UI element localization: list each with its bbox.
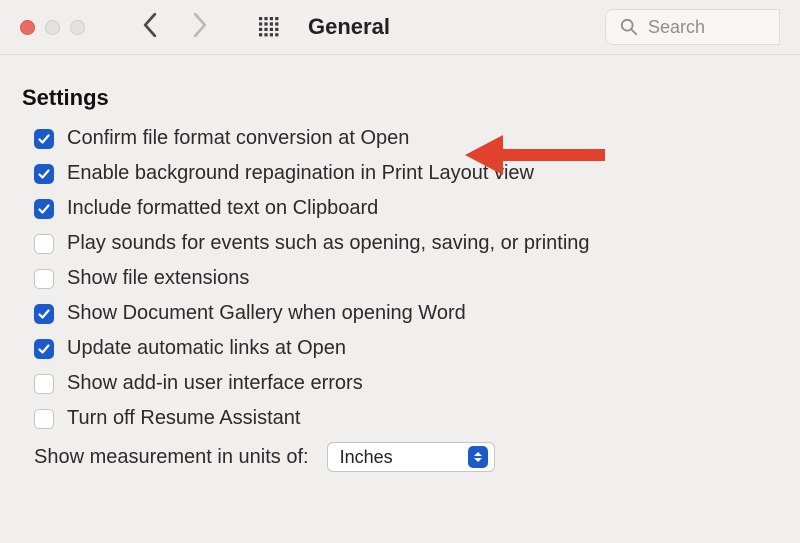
check-icon [37, 307, 51, 321]
checkbox[interactable] [34, 269, 54, 289]
search-input[interactable] [648, 17, 765, 38]
setting-row: Show add-in user interface errors [34, 372, 778, 395]
chevron-right-icon [190, 13, 210, 37]
check-icon [37, 202, 51, 216]
chevron-left-icon [140, 13, 160, 37]
window-controls [20, 20, 85, 35]
close-window-button[interactable] [20, 20, 35, 35]
setting-row: Play sounds for events such as opening, … [34, 232, 778, 255]
checkbox[interactable] [34, 129, 54, 149]
checkbox[interactable] [34, 374, 54, 394]
setting-label: Show Document Gallery when opening Word [67, 302, 466, 325]
checkbox[interactable] [34, 304, 54, 324]
search-icon [620, 18, 638, 36]
check-icon [37, 167, 51, 181]
zoom-window-button[interactable] [70, 20, 85, 35]
checkbox[interactable] [34, 199, 54, 219]
page-title: General [308, 14, 390, 40]
setting-row: Show file extensions [34, 267, 778, 290]
setting-row: Update automatic links at Open [34, 337, 778, 360]
measurement-select[interactable]: Inches [327, 442, 495, 472]
select-stepper-icon [468, 446, 488, 468]
toolbar: General [0, 0, 800, 55]
measurement-label: Show measurement in units of: [34, 446, 309, 469]
settings-list: Confirm file format conversion at Open En… [22, 127, 778, 430]
forward-button[interactable] [190, 13, 210, 42]
check-icon [37, 132, 51, 146]
back-button[interactable] [140, 13, 160, 42]
measurement-value: Inches [340, 447, 468, 468]
setting-label: Update automatic links at Open [67, 337, 346, 360]
checkbox[interactable] [34, 234, 54, 254]
setting-row: Show Document Gallery when opening Word [34, 302, 778, 325]
setting-row: Include formatted text on Clipboard [34, 197, 778, 220]
measurement-row: Show measurement in units of: Inches [34, 442, 778, 472]
setting-row: Turn off Resume Assistant [34, 407, 778, 430]
setting-label: Show add-in user interface errors [67, 372, 363, 395]
checkbox[interactable] [34, 164, 54, 184]
setting-label: Play sounds for events such as opening, … [67, 232, 590, 255]
checkbox[interactable] [34, 409, 54, 429]
content: Settings Confirm file format conversion … [0, 55, 800, 472]
setting-label: Show file extensions [67, 267, 249, 290]
setting-label: Confirm file format conversion at Open [67, 127, 409, 150]
section-heading: Settings [22, 85, 778, 111]
checkbox[interactable] [34, 339, 54, 359]
nav-arrows [140, 13, 210, 42]
check-icon [37, 342, 51, 356]
setting-label: Turn off Resume Assistant [67, 407, 300, 430]
setting-row: Enable background repagination in Print … [34, 162, 778, 185]
setting-row: Confirm file format conversion at Open [34, 127, 778, 150]
grid-icon [258, 16, 280, 38]
minimize-window-button[interactable] [45, 20, 60, 35]
show-all-button[interactable] [258, 16, 280, 38]
setting-label: Enable background repagination in Print … [67, 162, 534, 185]
search-field[interactable] [605, 9, 780, 45]
setting-label: Include formatted text on Clipboard [67, 197, 378, 220]
